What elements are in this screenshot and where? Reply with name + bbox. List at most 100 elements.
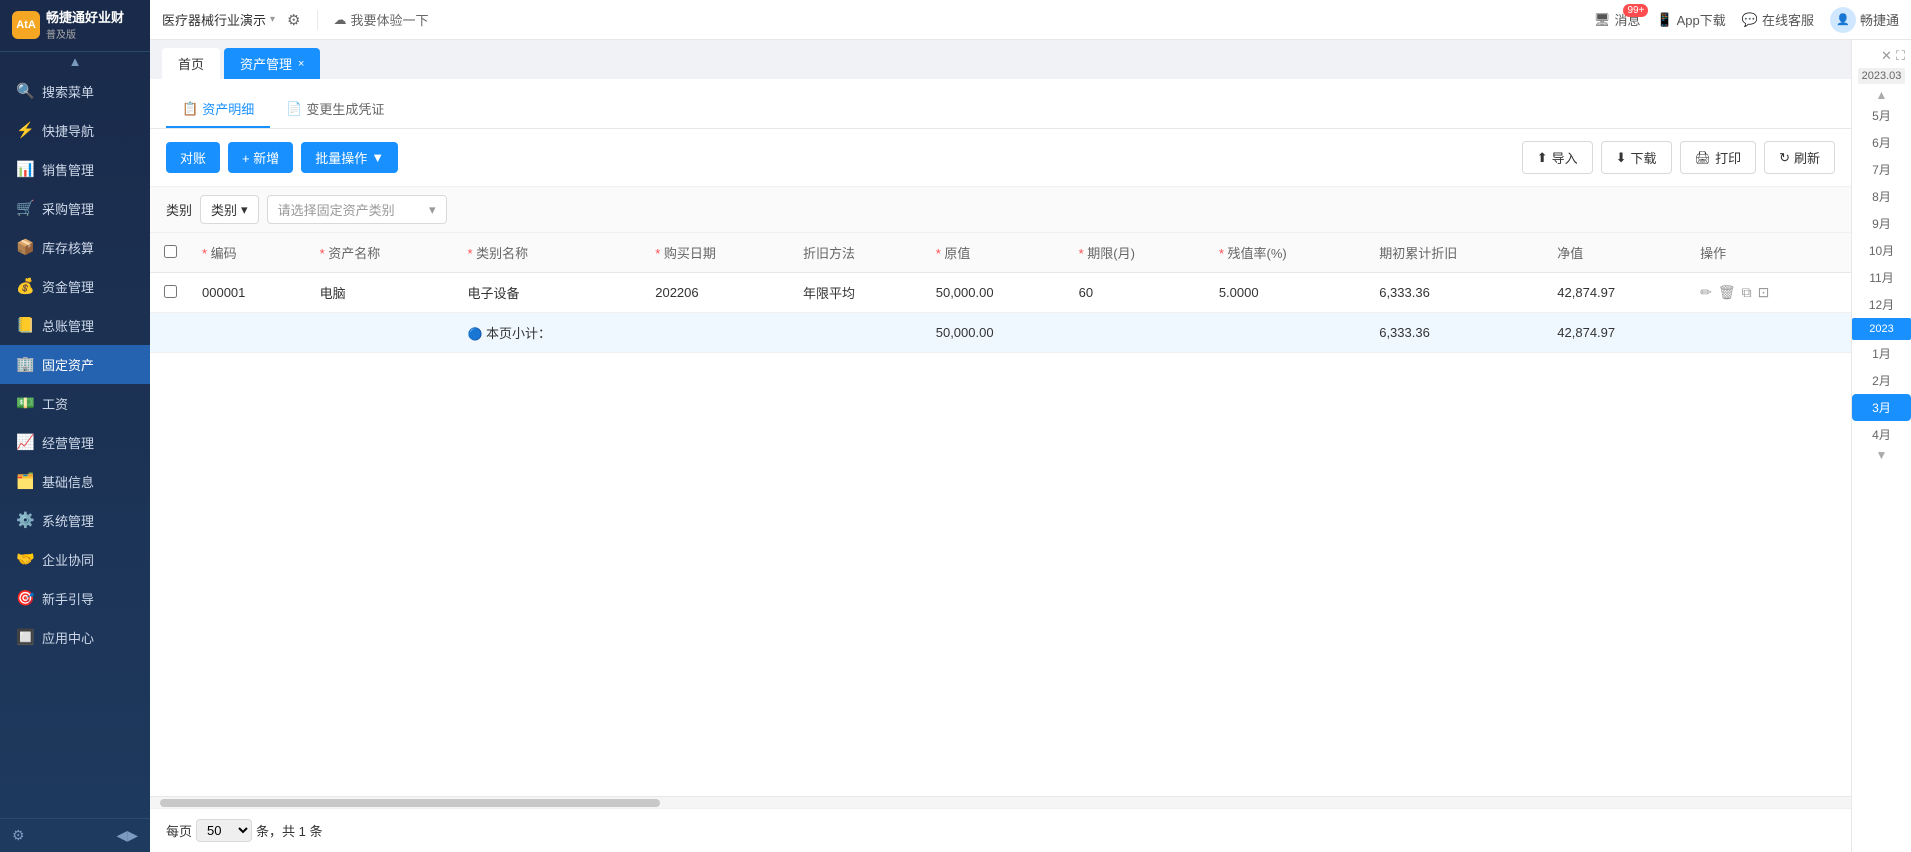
new-btn[interactable]: + 新增: [228, 142, 293, 173]
category-select[interactable]: 类别 ▾: [200, 195, 259, 224]
purchase-label: 采购管理: [42, 199, 94, 218]
month-8[interactable]: 8月: [1852, 183, 1911, 210]
month-9[interactable]: 9月: [1852, 210, 1911, 237]
month-7[interactable]: 7月: [1852, 156, 1911, 183]
import-btn[interactable]: ⬆ 导入: [1522, 141, 1593, 174]
sidebar-item-apps[interactable]: 🔲 应用中心: [0, 618, 150, 657]
select-all-checkbox[interactable]: [164, 245, 177, 258]
toolbar: 对账 + 新增 批量操作 ▼ ⬆ 导入 ⬇ 下载: [150, 129, 1851, 187]
asset-detail-icon: 📋: [182, 101, 198, 117]
month-6[interactable]: 6月: [1852, 129, 1911, 156]
refresh-btn[interactable]: ↻ 刷新: [1764, 141, 1835, 174]
sidebar-item-search[interactable]: 🔍 搜索菜单: [0, 72, 150, 111]
tab-close-icon[interactable]: ×: [298, 58, 304, 70]
sub-tab-voucher[interactable]: 📄 变更生成凭证: [270, 91, 400, 128]
company-name: 医疗器械行业演示: [162, 10, 266, 29]
sidebar-item-basic-info[interactable]: 🗂️ 基础信息: [0, 462, 150, 501]
table-scrollbar[interactable]: [150, 796, 1851, 808]
subtotal-label: 本页小计：: [486, 326, 551, 341]
panel-close-icon[interactable]: ✕: [1881, 48, 1892, 64]
topbar: 医疗器械行业演示 ▾ ⚙ ☁ 我要体验一下 🖥 消息 99+ 📱 App下载 💬…: [150, 0, 1911, 40]
per-page-select[interactable]: 50 10 20 100: [196, 819, 252, 842]
topbar-right: 🖥 消息 99+ 📱 App下载 💬 在线客服 👤 畅捷通: [1594, 7, 1899, 33]
sidebar-item-system[interactable]: ⚙️ 系统管理: [0, 501, 150, 540]
message-btn[interactable]: 🖥 消息 99+: [1594, 10, 1641, 29]
sidebar-item-finance[interactable]: 💰 资金管理: [0, 267, 150, 306]
td-residual-rate: 5.0000: [1207, 273, 1367, 313]
sidebar-item-enterprise[interactable]: 🤝 企业协同: [0, 540, 150, 579]
system-label: 系统管理: [42, 511, 94, 530]
copy-icon[interactable]: ⧉: [1742, 284, 1752, 301]
operations-label: 经营管理: [42, 433, 94, 452]
sidebar-item-payroll[interactable]: 💵 工资: [0, 384, 150, 423]
online-service-btn[interactable]: 💬 在线客服: [1742, 10, 1814, 29]
scroll-down-icon[interactable]: ▼: [1852, 448, 1911, 462]
scroll-up-icon[interactable]: ▲: [1852, 88, 1911, 102]
year-label: 2023.03: [1858, 68, 1906, 84]
sidebar-item-guide[interactable]: 🎯 新手引导: [0, 579, 150, 618]
subtotal-row: 🔵 本页小计： 50,000.00 6,333.36 42,874.97: [150, 313, 1851, 353]
service-icon: 💬: [1742, 12, 1758, 28]
month-10[interactable]: 10月: [1852, 237, 1911, 264]
sidebar-scroll-up[interactable]: ▲: [0, 52, 150, 72]
month-3[interactable]: 3月: [1852, 394, 1911, 421]
enterprise-label: 企业协同: [42, 550, 94, 569]
username-label: 畅捷通: [1860, 10, 1899, 29]
row-checkbox[interactable]: [164, 285, 177, 298]
right-panel: ✕ ⛶ 2023.03 ▲ 5月 6月 7月 8月 9月 10月 11月 12月…: [1851, 40, 1911, 852]
search-label: 搜索菜单: [42, 82, 94, 101]
sidebar: AtA 畅捷通好业财 普及版 ▲ 🔍 搜索菜单 ⚡ 快捷导航 📊 销售管理 🛒 …: [0, 0, 150, 852]
sidebar-item-sales[interactable]: 📊 销售管理: [0, 150, 150, 189]
td-checkbox: [150, 273, 190, 313]
subtotal-icon: 🔵: [467, 327, 482, 341]
asset-category-select[interactable]: 请选择固定资产类别 ▾: [267, 195, 447, 224]
th-purchase-date: 购买日期: [643, 233, 791, 273]
month-4[interactable]: 4月: [1852, 421, 1911, 448]
month-5[interactable]: 5月: [1852, 102, 1911, 129]
edit-icon[interactable]: ✏: [1700, 284, 1712, 301]
category-select-arrow: ▾: [241, 202, 248, 218]
settings-icon[interactable]: ⚙: [12, 827, 25, 844]
td-depreciation: 年限平均: [791, 273, 924, 313]
sub-tab-asset-detail[interactable]: 📋 资产明细: [166, 91, 270, 128]
sidebar-item-general-ledger[interactable]: 📒 总账管理: [0, 306, 150, 345]
app-download-btn[interactable]: 📱 App下载: [1656, 10, 1725, 29]
download-icon: ⬇: [1616, 150, 1627, 166]
sidebar-item-purchase[interactable]: 🛒 采购管理: [0, 189, 150, 228]
download-btn[interactable]: ⬇ 下载: [1601, 141, 1672, 174]
more-icon[interactable]: ⊡: [1758, 284, 1770, 301]
td-name: 电脑: [308, 273, 456, 313]
tab-home[interactable]: 首页: [162, 48, 220, 79]
general-ledger-label: 总账管理: [42, 316, 94, 335]
main-area: 医疗器械行业演示 ▾ ⚙ ☁ 我要体验一下 🖥 消息 99+ 📱 App下载 💬…: [150, 0, 1911, 852]
month-11[interactable]: 11月: [1852, 264, 1911, 291]
month-2[interactable]: 2月: [1852, 367, 1911, 394]
month-1[interactable]: 1月: [1852, 340, 1911, 367]
tab-assets[interactable]: 资产管理 ×: [224, 48, 320, 79]
sidebar-item-inventory[interactable]: 📦 库存核算: [0, 228, 150, 267]
pagination-bar: 每页 50 10 20 100 条，共 1 条: [150, 808, 1851, 852]
sidebar-item-quick-nav[interactable]: ⚡ 快捷导航: [0, 111, 150, 150]
th-category: 类别名称: [455, 233, 643, 273]
collapse-icon[interactable]: ◀▶: [116, 827, 138, 844]
sidebar-item-fixed-assets[interactable]: 🏢 固定资产: [0, 345, 150, 384]
settings-icon[interactable]: ⚙: [287, 11, 300, 29]
company-selector[interactable]: 医疗器械行业演示 ▾: [162, 10, 275, 29]
month-12[interactable]: 12月: [1852, 291, 1911, 318]
tabs-bar: 首页 资产管理 ×: [150, 40, 1851, 79]
search-icon: 🔍: [16, 82, 34, 100]
toolbar-right: ⬆ 导入 ⬇ 下载 🖨 打印 ↻ 刷新: [1522, 141, 1835, 174]
general-ledger-icon: 📒: [16, 316, 34, 334]
td-category: 电子设备: [455, 273, 643, 313]
delete-icon[interactable]: 🗑: [1718, 284, 1736, 301]
filter-row: 类别 类别 ▾ 请选择固定资产类别 ▾: [150, 187, 1851, 233]
logo-text: 畅捷通好业财: [46, 10, 124, 26]
sidebar-item-operations[interactable]: 📈 经营管理: [0, 423, 150, 462]
feedback-btn[interactable]: ☁ 我要体验一下: [334, 10, 429, 29]
account-btn[interactable]: 对账: [166, 142, 220, 173]
panel-expand-icon[interactable]: ⛶: [1896, 48, 1905, 64]
user-btn[interactable]: 👤 畅捷通: [1830, 7, 1899, 33]
batch-btn[interactable]: 批量操作 ▼: [301, 142, 398, 173]
td-purchase-date: 202206: [643, 273, 791, 313]
print-btn[interactable]: 🖨 打印: [1680, 141, 1757, 174]
